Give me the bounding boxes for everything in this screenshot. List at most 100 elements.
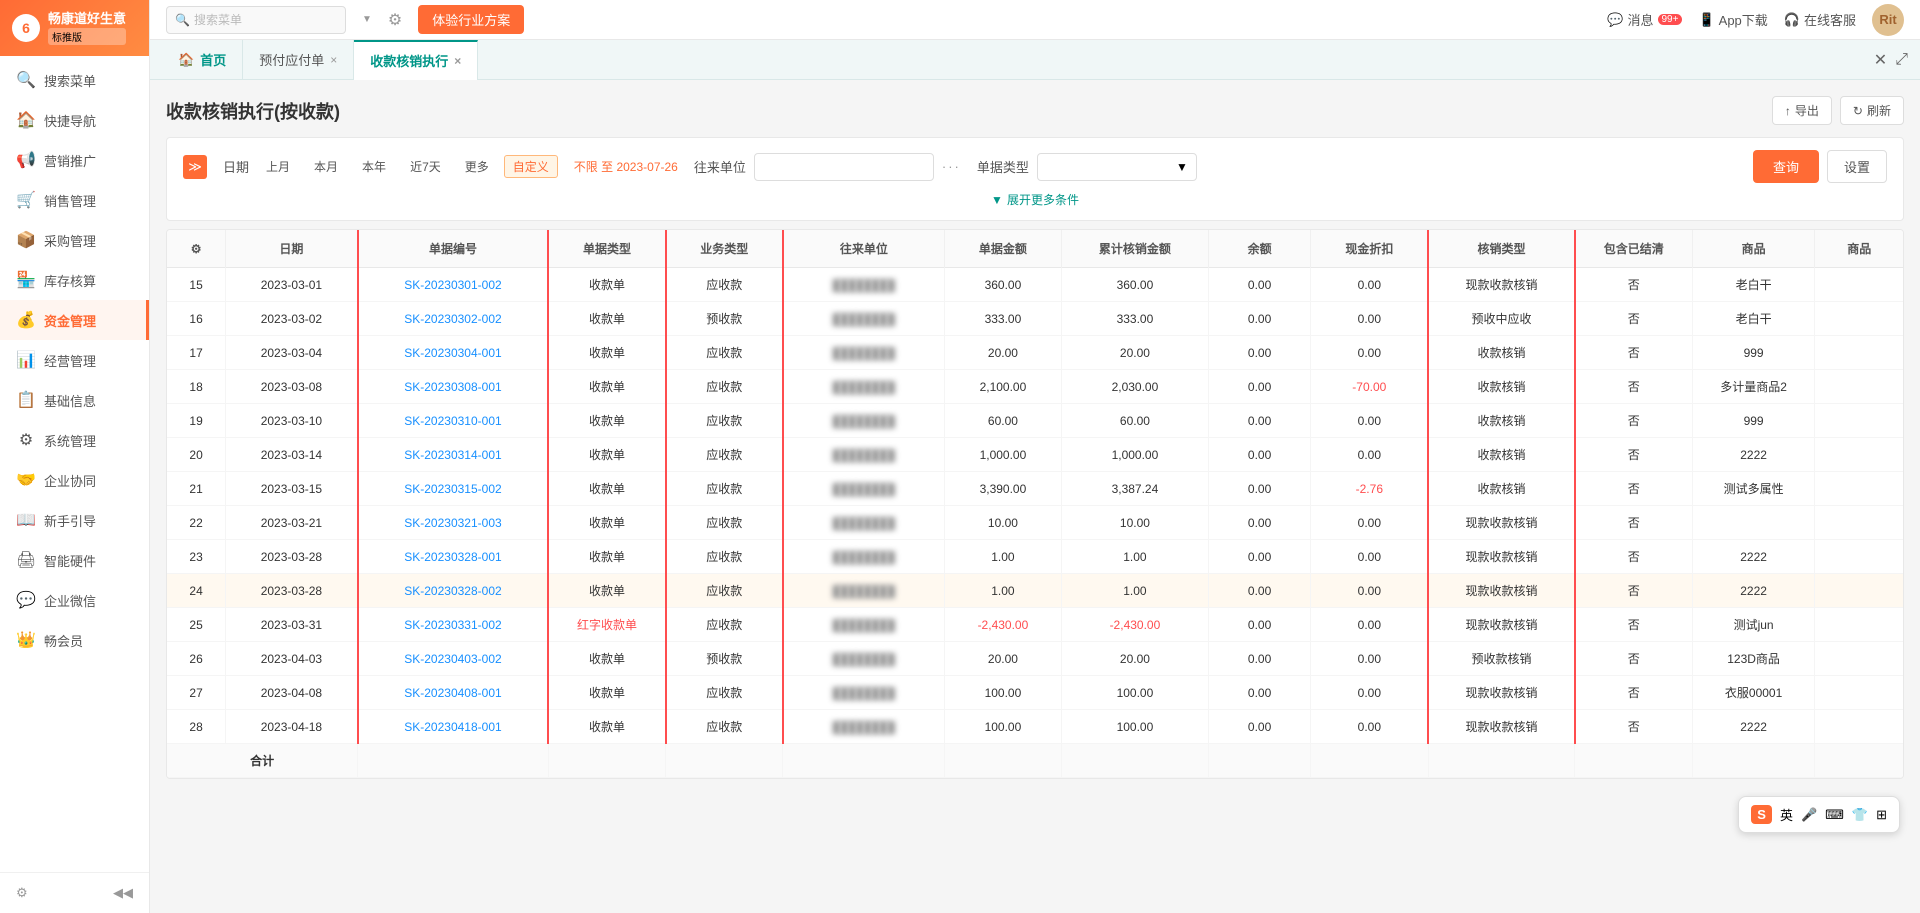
sidebar-item-wechat[interactable]: 💬企业微信 xyxy=(0,580,149,620)
bill-link[interactable]: SK-20230321-003 xyxy=(404,516,501,530)
date-btn-last-month[interactable]: 上月 xyxy=(257,155,299,178)
blur-text: ████████ xyxy=(833,552,895,564)
bill-link[interactable]: SK-20230328-001 xyxy=(404,550,501,564)
topbar-gear-icon[interactable]: ⚙ xyxy=(388,10,402,30)
cell-seq: 27 xyxy=(167,676,226,710)
bill-link[interactable]: SK-20230408-001 xyxy=(404,686,501,700)
cell-verifytype: 现款收款核销 xyxy=(1428,268,1575,302)
bill-link[interactable]: SK-20230314-001 xyxy=(404,448,501,462)
cell-billtype: 收款单 xyxy=(548,676,665,710)
sidebar-item-inventory[interactable]: 🏪库存核算 xyxy=(0,260,149,300)
purchase-icon: 📦 xyxy=(16,230,36,250)
messages-btn[interactable]: 💬 消息 99+ xyxy=(1607,10,1682,29)
export-button[interactable]: ↑ 导出 xyxy=(1772,96,1832,125)
trial-button[interactable]: 体验行业方案 xyxy=(418,5,524,34)
refresh-button[interactable]: ↻ 刷新 xyxy=(1840,96,1904,125)
sidebar-item-sales[interactable]: 🛒销售管理 xyxy=(0,180,149,220)
collapse-icon[interactable]: ◀◀ xyxy=(113,885,133,901)
cell-amount: 3,390.00 xyxy=(944,472,1061,506)
bill-link[interactable]: SK-20230310-001 xyxy=(404,414,501,428)
cell-verified: 1.00 xyxy=(1062,574,1209,608)
cell-settled: 否 xyxy=(1575,370,1692,404)
sidebar-item-system[interactable]: ⚙系统管理 xyxy=(0,420,149,460)
tab-home[interactable]: 🏠 首页 xyxy=(162,40,243,80)
query-button[interactable]: 查询 xyxy=(1753,150,1819,183)
bill-link[interactable]: SK-20230331-002 xyxy=(404,618,501,632)
cell-settled: 否 xyxy=(1575,336,1692,370)
cell-counterpart: ████████ xyxy=(783,540,944,574)
bill-link[interactable]: SK-20230418-001 xyxy=(404,720,501,734)
cell-goods2 xyxy=(1815,710,1903,744)
bill-link[interactable]: SK-20230304-001 xyxy=(404,346,501,360)
cell-balance: 0.00 xyxy=(1208,642,1311,676)
counterpart-input[interactable] xyxy=(754,153,934,181)
cell-settled: 否 xyxy=(1575,642,1692,676)
filter-toggle-btn[interactable]: ≫ xyxy=(183,155,207,179)
tab-collection[interactable]: 收款核销执行 × xyxy=(354,40,478,80)
blur-text: ████████ xyxy=(833,722,895,734)
float-keyboard-icon[interactable]: ⌨ xyxy=(1825,807,1844,823)
bill-link[interactable]: SK-20230328-002 xyxy=(404,584,501,598)
settings-icon[interactable]: ⚙ xyxy=(16,885,28,901)
sidebar-item-member[interactable]: 👑畅会员 xyxy=(0,620,149,660)
date-btn-7days[interactable]: 近7天 xyxy=(401,155,450,178)
date-btn-more[interactable]: 更多 xyxy=(456,155,498,178)
user-avatar[interactable]: Rit xyxy=(1872,4,1904,36)
cell-date: 2023-03-02 xyxy=(226,302,358,336)
blur-text: ████████ xyxy=(833,416,895,428)
topbar-search[interactable]: 🔍 搜索菜单 xyxy=(166,6,346,34)
float-mic-icon[interactable]: 🎤 xyxy=(1801,807,1817,823)
tab-close-all-btn[interactable]: ✕ xyxy=(1874,50,1887,70)
sidebar-item-marketing[interactable]: 📢营销推广 xyxy=(0,140,149,180)
sidebar-item-enterprise[interactable]: 🤝企业协同 xyxy=(0,460,149,500)
float-grid-icon[interactable]: ⊞ xyxy=(1876,807,1887,823)
bill-link[interactable]: SK-20230302-002 xyxy=(404,312,501,326)
sidebar-item-purchase[interactable]: 📦采购管理 xyxy=(0,220,149,260)
app-download-btn[interactable]: 📱 App下载 xyxy=(1698,10,1767,29)
cell-settled: 否 xyxy=(1575,472,1692,506)
online-service-btn[interactable]: 🎧 在线客服 xyxy=(1784,10,1856,29)
cell-balance: 0.00 xyxy=(1208,710,1311,744)
cell-date: 2023-04-08 xyxy=(226,676,358,710)
sidebar-item-nav[interactable]: 🏠快捷导航 xyxy=(0,100,149,140)
tab-collection-close[interactable]: × xyxy=(454,54,461,68)
blur-text: ████████ xyxy=(833,280,895,292)
col-settings-header[interactable]: ⚙ xyxy=(167,230,226,268)
cell-biztype: 应收款 xyxy=(666,540,783,574)
tab-prepay-close[interactable]: × xyxy=(330,53,337,67)
date-btn-this-month[interactable]: 本月 xyxy=(305,155,347,178)
table-row: 16 2023-03-02 SK-20230302-002 收款单 预收款 ██… xyxy=(167,302,1903,336)
table-row: 19 2023-03-10 SK-20230310-001 收款单 应收款 ██… xyxy=(167,404,1903,438)
expand-more-btn[interactable]: ▼ 展开更多条件 xyxy=(991,191,1079,208)
date-btn-custom[interactable]: 自定义 xyxy=(504,155,558,178)
counterpart-dots[interactable]: ··· xyxy=(942,159,961,174)
cell-verifytype: 现款收款核销 xyxy=(1428,710,1575,744)
bill-link[interactable]: SK-20230301-002 xyxy=(404,278,501,292)
float-shirt-icon[interactable]: 👕 xyxy=(1852,807,1868,823)
cell-discount: 0.00 xyxy=(1311,302,1428,336)
bill-link[interactable]: SK-20230315-002 xyxy=(404,482,501,496)
data-table-container: ⚙ 日期 单据编号 单据类型 业务类型 往来单位 单据金额 累计核销金额 余额 … xyxy=(166,229,1904,779)
sidebar-item-finance[interactable]: 💰资金管理 xyxy=(0,300,149,340)
bill-link[interactable]: SK-20230403-002 xyxy=(404,652,501,666)
cell-goods: 老白干 xyxy=(1692,268,1815,302)
float-brand-icon: S xyxy=(1751,805,1772,824)
date-btn-this-year[interactable]: 本年 xyxy=(353,155,395,178)
wechat-icon: 💬 xyxy=(16,590,36,610)
tab-expand-btn[interactable]: ⤢ xyxy=(1895,51,1908,69)
settings-button[interactable]: 设置 xyxy=(1827,150,1887,183)
page-content: 收款核销执行(按收款) ↑ 导出 ↻ 刷新 ≫ 日期 上月 xyxy=(150,80,1920,913)
tab-prepay[interactable]: 预付应付单 × xyxy=(243,40,354,80)
cell-goods2 xyxy=(1815,472,1903,506)
settings-icon[interactable]: ⚙ xyxy=(191,242,202,256)
sidebar-item-basic[interactable]: 📋基础信息 xyxy=(0,380,149,420)
cell-amount: 2,100.00 xyxy=(944,370,1061,404)
cell-amount: 20.00 xyxy=(944,336,1061,370)
sidebar-item-search[interactable]: 🔍搜索菜单 xyxy=(0,60,149,100)
sidebar-item-hardware[interactable]: 🖨智能硬件 xyxy=(0,540,149,580)
bill-link[interactable]: SK-20230308-001 xyxy=(404,380,501,394)
sidebar-item-guide[interactable]: 📖新手引导 xyxy=(0,500,149,540)
sidebar-item-operation[interactable]: 📊经营管理 xyxy=(0,340,149,380)
cell-billno: SK-20230408-001 xyxy=(358,676,549,710)
bill-type-select[interactable]: ▼ xyxy=(1037,153,1197,181)
